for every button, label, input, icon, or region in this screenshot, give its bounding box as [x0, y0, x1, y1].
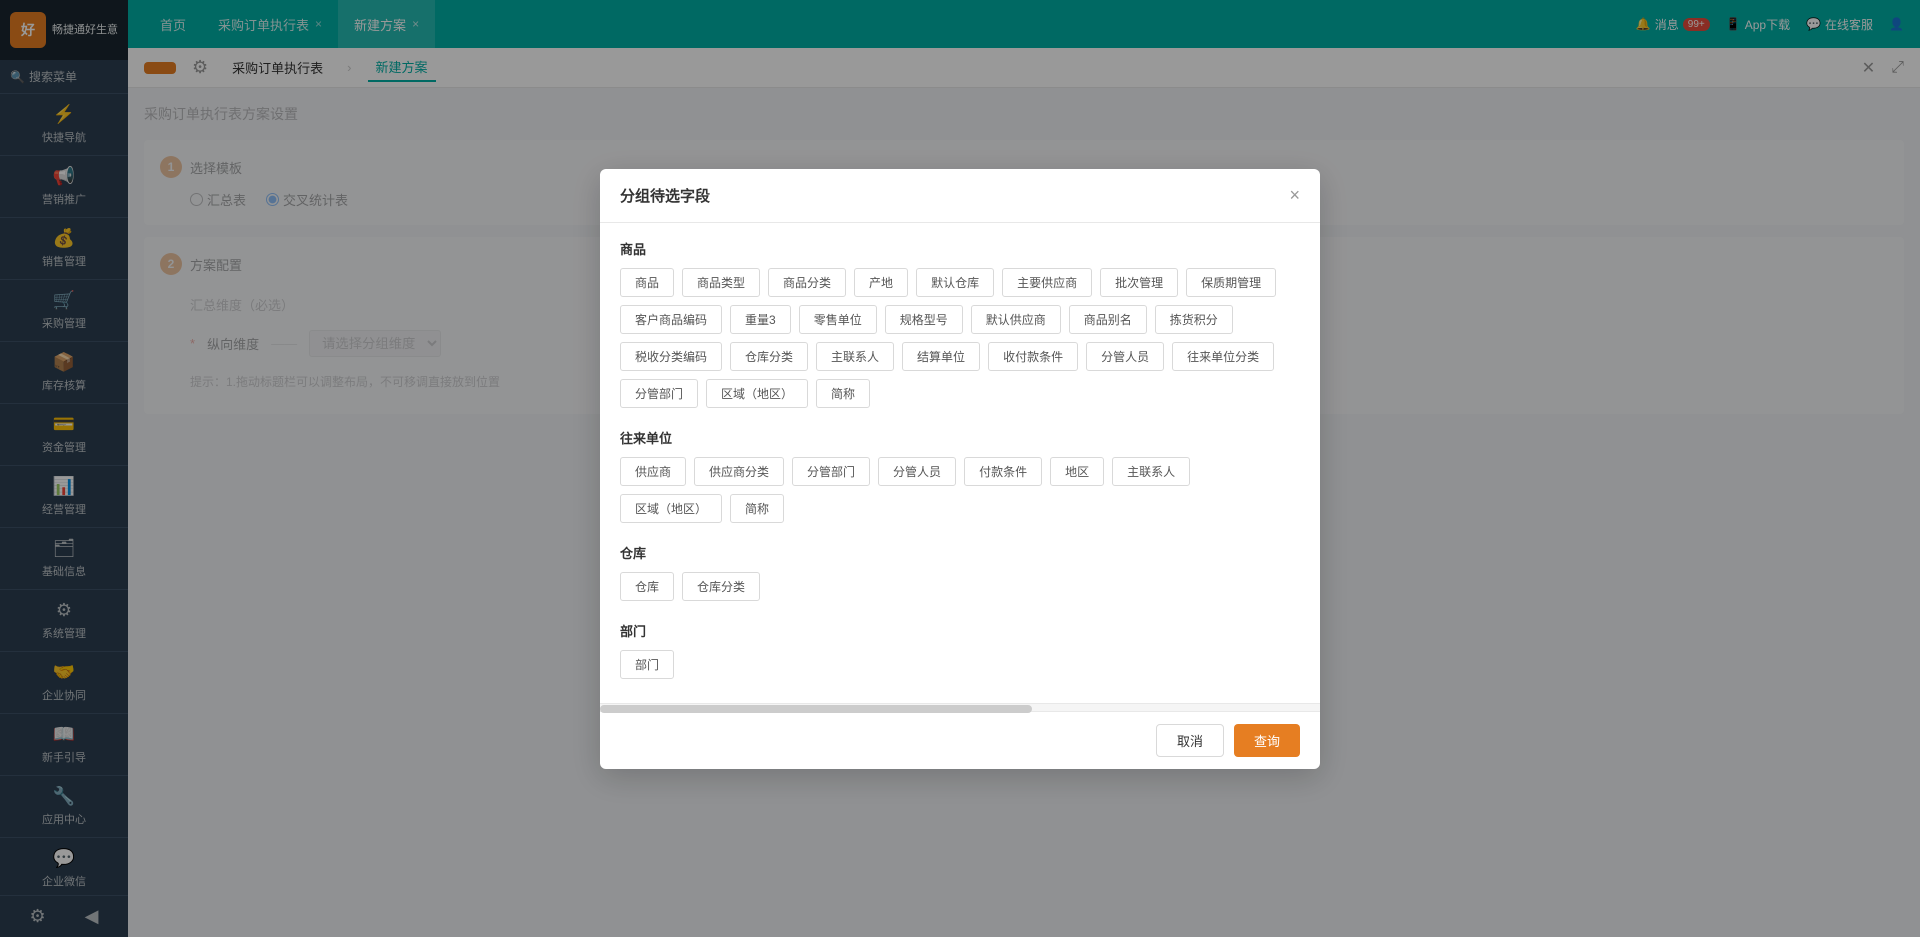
field-supervisor[interactable]: 分管人员: [1086, 342, 1164, 371]
field-area[interactable]: 地区: [1050, 457, 1104, 486]
field-retail-unit[interactable]: 零售单位: [799, 305, 877, 334]
field-department[interactable]: 部门: [620, 650, 674, 679]
field-warehouse-category[interactable]: 仓库分类: [730, 342, 808, 371]
modal-footer: 取消 查询: [600, 711, 1320, 769]
field-product-type[interactable]: 商品类型: [682, 268, 760, 297]
field-batch-mgmt[interactable]: 批次管理: [1100, 268, 1178, 297]
field-payment-cond[interactable]: 付款条件: [964, 457, 1042, 486]
field-default-supplier[interactable]: 默认供应商: [971, 305, 1061, 334]
field-product-category[interactable]: 商品分类: [768, 268, 846, 297]
field-default-warehouse[interactable]: 默认仓库: [916, 268, 994, 297]
field-customer-code[interactable]: 客户商品编码: [620, 305, 722, 334]
field-sup-dept[interactable]: 分管部门: [792, 457, 870, 486]
field-main-contact[interactable]: 主联系人: [816, 342, 894, 371]
section-department-tags: 部门: [620, 650, 1300, 679]
field-sup-region[interactable]: 区域（地区）: [620, 494, 722, 523]
section-department-title: 部门: [620, 621, 1300, 640]
field-weight[interactable]: 重量3: [730, 305, 791, 334]
field-product[interactable]: 商品: [620, 268, 674, 297]
field-warehouse-cat[interactable]: 仓库分类: [682, 572, 760, 601]
section-warehouse-tags: 仓库 仓库分类: [620, 572, 1300, 601]
section-product: 商品 商品 商品类型 商品分类 产地 默认仓库 主要供应商 批次管理 保质期管理…: [620, 239, 1300, 408]
field-dept[interactable]: 分管部门: [620, 379, 698, 408]
section-counterpart: 往来单位 供应商 供应商分类 分管部门 分管人员 付款条件 地区 主联系人 区域…: [620, 428, 1300, 523]
section-product-tags: 商品 商品类型 商品分类 产地 默认仓库 主要供应商 批次管理 保质期管理 客户…: [620, 268, 1300, 408]
field-select-modal: 分组待选字段 × 商品 商品 商品类型 商品分类 产地 默认仓库 主要供应商 批…: [600, 169, 1320, 769]
field-product-alias[interactable]: 商品别名: [1069, 305, 1147, 334]
field-origin[interactable]: 产地: [854, 268, 908, 297]
field-supplier[interactable]: 供应商: [620, 457, 686, 486]
field-sup-abbr[interactable]: 简称: [730, 494, 784, 523]
field-pick-points[interactable]: 拣货积分: [1155, 305, 1233, 334]
field-expiry-mgmt[interactable]: 保质期管理: [1186, 268, 1276, 297]
field-supplier-category[interactable]: 供应商分类: [694, 457, 784, 486]
modal-hscroll-thumb[interactable]: [600, 705, 1032, 713]
modal-close-btn[interactable]: ×: [1289, 185, 1300, 206]
modal-hscrollbar[interactable]: [600, 703, 1320, 710]
field-warehouse[interactable]: 仓库: [620, 572, 674, 601]
field-spec-model[interactable]: 规格型号: [885, 305, 963, 334]
section-counterpart-tags: 供应商 供应商分类 分管部门 分管人员 付款条件 地区 主联系人 区域（地区） …: [620, 457, 1300, 523]
section-warehouse: 仓库 仓库 仓库分类: [620, 543, 1300, 601]
field-counterpart-category[interactable]: 往来单位分类: [1172, 342, 1274, 371]
field-tax-code[interactable]: 税收分类编码: [620, 342, 722, 371]
modal-body[interactable]: 商品 商品 商品类型 商品分类 产地 默认仓库 主要供应商 批次管理 保质期管理…: [600, 223, 1320, 704]
section-counterpart-title: 往来单位: [620, 428, 1300, 447]
field-sup-supervisor[interactable]: 分管人员: [878, 457, 956, 486]
field-sup-contact[interactable]: 主联系人: [1112, 457, 1190, 486]
field-abbr[interactable]: 简称: [816, 379, 870, 408]
field-payment-terms[interactable]: 收付款条件: [988, 342, 1078, 371]
modal-overlay: 分组待选字段 × 商品 商品 商品类型 商品分类 产地 默认仓库 主要供应商 批…: [0, 0, 1920, 937]
section-product-title: 商品: [620, 239, 1300, 258]
section-warehouse-title: 仓库: [620, 543, 1300, 562]
field-main-supplier[interactable]: 主要供应商: [1002, 268, 1092, 297]
cancel-button[interactable]: 取消: [1156, 724, 1224, 757]
field-region[interactable]: 区域（地区）: [706, 379, 808, 408]
modal-header: 分组待选字段 ×: [600, 169, 1320, 223]
confirm-button[interactable]: 查询: [1234, 724, 1300, 757]
modal-title: 分组待选字段: [620, 185, 710, 206]
field-settle-unit[interactable]: 结算单位: [902, 342, 980, 371]
section-department: 部门 部门: [620, 621, 1300, 679]
